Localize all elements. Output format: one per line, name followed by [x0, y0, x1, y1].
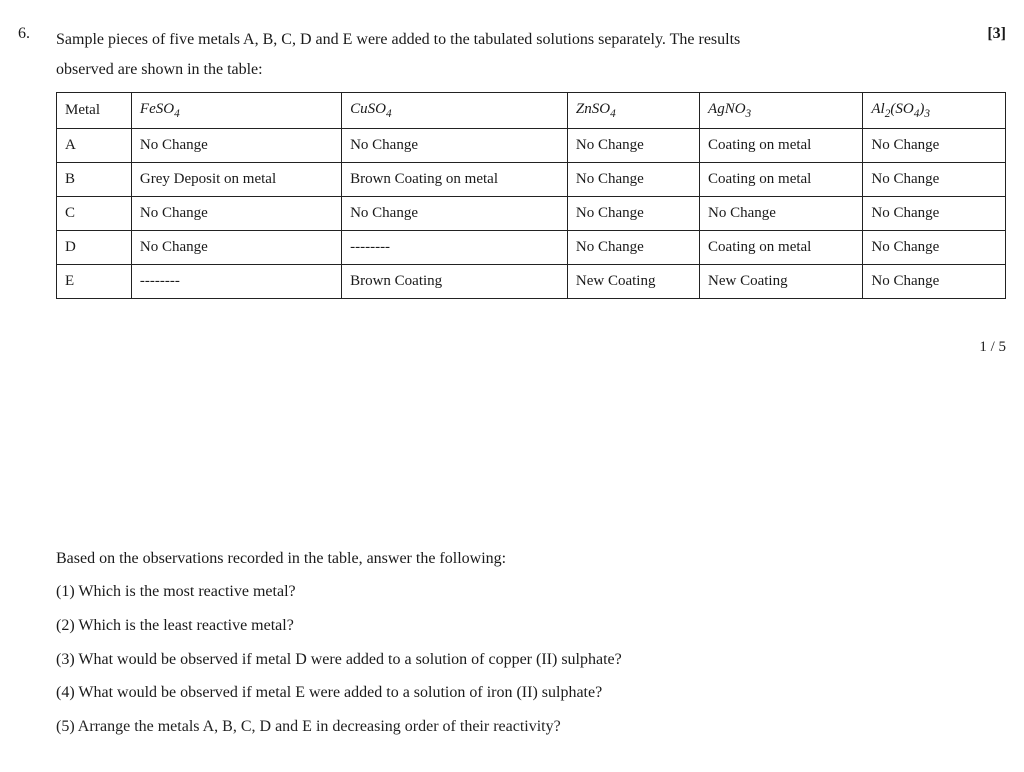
header-cuso4-sub: 4 — [386, 108, 392, 120]
table-row: C No Change No Change No Change No Chang… — [57, 196, 1006, 230]
cell-metal: C — [57, 196, 132, 230]
cell: No Change — [567, 128, 699, 162]
cell: No Change — [567, 162, 699, 196]
followup-q1: (1) Which is the most reactive metal? — [56, 579, 1006, 605]
cell: No Change — [863, 196, 1006, 230]
table-row: D No Change -------- No Change Coating o… — [57, 230, 1006, 264]
header-feso4: FeSO4 — [131, 92, 341, 128]
page-number: 1 / 5 — [18, 339, 1006, 356]
header-agno3-text: AgNO — [708, 101, 746, 117]
header-znso4: ZnSO4 — [567, 92, 699, 128]
question-text: Sample pieces of five metals A, B, C, D … — [56, 25, 1006, 86]
question-line1: Sample pieces of five metals A, B, C, D … — [56, 31, 740, 48]
cell: No Change — [131, 230, 341, 264]
followup-q3: (3) What would be observed if metal D we… — [56, 647, 1006, 673]
cell: -------- — [131, 264, 341, 298]
header-znso4-text: ZnSO — [576, 101, 610, 117]
header-al2so43: Al2(SO4)3 — [863, 92, 1006, 128]
cell: No Change — [863, 264, 1006, 298]
cell: Brown Coating on metal — [342, 162, 568, 196]
question-number: 6. — [18, 25, 56, 43]
header-al-b: (SO — [890, 101, 913, 117]
cell: No Change — [342, 196, 568, 230]
cell-metal: A — [57, 128, 132, 162]
header-feso4-sub: 4 — [174, 108, 180, 120]
question-body: Sample pieces of five metals A, B, C, D … — [56, 25, 1006, 299]
followup-block: Based on the observations recorded in th… — [56, 546, 1006, 740]
cell: -------- — [342, 230, 568, 264]
header-al-s3: 3 — [924, 108, 930, 120]
observation-table: Metal FeSO4 CuSO4 ZnSO4 AgNO3 Al2(SO4)3 — [56, 92, 1006, 299]
cell: No Change — [863, 162, 1006, 196]
cell: No Change — [567, 196, 699, 230]
cell-metal: D — [57, 230, 132, 264]
cell: No Change — [700, 196, 863, 230]
header-al-a: Al — [871, 101, 884, 117]
cell: New Coating — [700, 264, 863, 298]
table-row: E -------- Brown Coating New Coating New… — [57, 264, 1006, 298]
cell: Brown Coating — [342, 264, 568, 298]
cell: Grey Deposit on metal — [131, 162, 341, 196]
cell: Coating on metal — [700, 128, 863, 162]
header-cuso4-text: CuSO — [350, 101, 386, 117]
followup-q4: (4) What would be observed if metal E we… — [56, 680, 1006, 706]
followup-q2: (2) Which is the least reactive metal? — [56, 613, 1006, 639]
cell: No Change — [131, 196, 341, 230]
table-header-row: Metal FeSO4 CuSO4 ZnSO4 AgNO3 Al2(SO4)3 — [57, 92, 1006, 128]
cell: Coating on metal — [700, 230, 863, 264]
cell: Coating on metal — [700, 162, 863, 196]
question-line2: observed are shown in the table: — [56, 61, 263, 78]
cell-metal: E — [57, 264, 132, 298]
cell: No Change — [131, 128, 341, 162]
cell: No Change — [863, 230, 1006, 264]
followup-q5: (5) Arrange the metals A, B, C, D and E … — [56, 714, 1006, 740]
question-marks: [3] — [987, 25, 1006, 43]
cell: No Change — [342, 128, 568, 162]
table-row: A No Change No Change No Change Coating … — [57, 128, 1006, 162]
header-metal: Metal — [57, 92, 132, 128]
cell: No Change — [567, 230, 699, 264]
header-agno3-sub: 3 — [746, 108, 752, 120]
header-agno3: AgNO3 — [700, 92, 863, 128]
cell: No Change — [863, 128, 1006, 162]
question-block: 6. Sample pieces of five metals A, B, C,… — [18, 25, 1006, 299]
cell-metal: B — [57, 162, 132, 196]
header-feso4-text: FeSO — [140, 101, 174, 117]
header-znso4-sub: 4 — [610, 108, 616, 120]
header-cuso4: CuSO4 — [342, 92, 568, 128]
cell: New Coating — [567, 264, 699, 298]
followup-intro: Based on the observations recorded in th… — [56, 546, 1006, 572]
table-row: B Grey Deposit on metal Brown Coating on… — [57, 162, 1006, 196]
